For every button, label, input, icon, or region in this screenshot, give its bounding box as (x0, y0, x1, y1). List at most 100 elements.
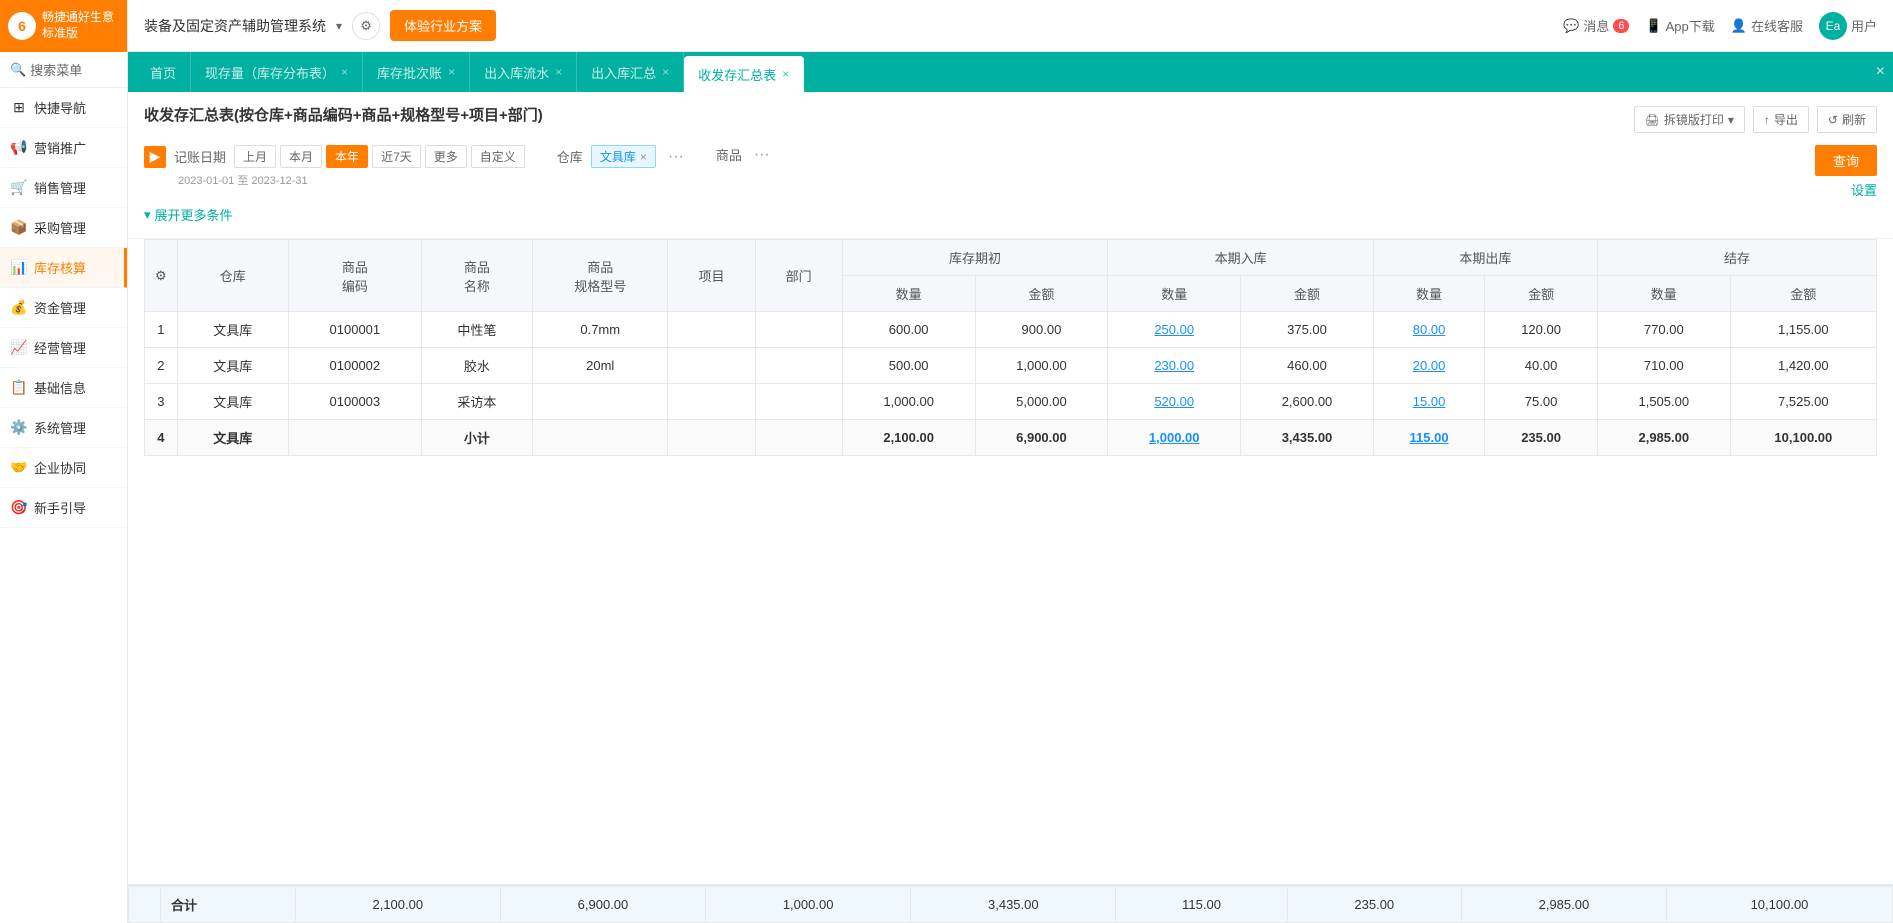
row-out-qty[interactable]: 80.00 (1373, 312, 1484, 348)
tab-summary[interactable]: 出入库汇总 × (577, 52, 684, 92)
out-qty-link[interactable]: 80.00 (1413, 322, 1446, 337)
tab-flow[interactable]: 出入库流水 × (470, 52, 577, 92)
sidebar-item-finance[interactable]: 💰 资金管理 (0, 288, 127, 328)
row-spec (533, 420, 668, 456)
expand-conditions-button[interactable]: ▾ 展开更多条件 (144, 205, 1877, 224)
system-dropdown[interactable]: ▾ (336, 19, 342, 33)
row-code: 0100003 (288, 384, 421, 420)
row-balance-amt: 1,420.00 (1730, 348, 1876, 384)
col-dept: 部门 (755, 240, 842, 312)
row-dept (755, 348, 842, 384)
chevron-down-icon: ▾ (1728, 113, 1734, 127)
tab-close-batch[interactable]: × (448, 65, 455, 79)
export-icon: ↑ (1764, 113, 1770, 127)
close-all-tabs[interactable]: × (1876, 63, 1885, 81)
tab-stock-dist[interactable]: 现存量（库存分布表） × (191, 52, 363, 92)
row-dept (755, 384, 842, 420)
refresh-button[interactable]: ↺ 刷新 (1817, 106, 1877, 133)
row-in-qty[interactable]: 1,000.00 (1108, 420, 1241, 456)
guide-icon: 🎯 (10, 499, 28, 517)
in-qty-link[interactable]: 250.00 (1154, 322, 1194, 337)
sidebar-item-guide[interactable]: 🎯 新手引导 (0, 488, 127, 528)
col-spec: 商品规格型号 (533, 240, 668, 312)
date-btn-prev-month[interactable]: 上月 (234, 145, 276, 168)
settings-button[interactable]: ⚙ (352, 12, 380, 40)
row-in-qty[interactable]: 250.00 (1108, 312, 1241, 348)
messages-button[interactable]: 💬 消息 6 (1563, 16, 1629, 35)
date-btn-custom[interactable]: 自定义 (471, 145, 525, 168)
row-in-amt: 460.00 (1241, 348, 1374, 384)
row-out-amt: 75.00 (1485, 384, 1598, 420)
sidebar-item-quick-nav[interactable]: ⊞ 快捷导航 (0, 88, 127, 128)
table-row: 2 文具库 0100002 胶水 20ml 500.00 1,000.00 23… (145, 348, 1877, 384)
row-in-amt: 375.00 (1241, 312, 1374, 348)
tab-batch[interactable]: 库存批次账 × (363, 52, 470, 92)
row-spec (533, 384, 668, 420)
row-in-amt: 3,435.00 (1241, 420, 1374, 456)
row-balance-qty: 770.00 (1597, 312, 1730, 348)
goods-more-button[interactable]: ··· (754, 146, 770, 164)
date-btn-7days[interactable]: 近7天 (372, 145, 421, 168)
row-in-qty[interactable]: 520.00 (1108, 384, 1241, 420)
col-name: 商品名称 (421, 240, 532, 312)
date-btn-this-month[interactable]: 本月 (280, 145, 322, 168)
export-button[interactable]: ↑ 导出 (1753, 106, 1809, 133)
in-qty-link[interactable]: 230.00 (1154, 358, 1194, 373)
row-in-qty[interactable]: 230.00 (1108, 348, 1241, 384)
in-qty-link[interactable]: 1,000.00 (1149, 430, 1200, 445)
print-button[interactable]: 🖨 拆镜版打印 ▾ (1634, 106, 1745, 133)
sidebar-item-sales[interactable]: 🛒 销售管理 (0, 168, 127, 208)
warehouse-more-button[interactable]: ··· (668, 148, 684, 166)
search-menu[interactable]: 🔍 搜索菜单 (0, 52, 127, 88)
col-project: 项目 (668, 240, 755, 312)
warehouse-tag-close[interactable]: × (640, 150, 647, 164)
filter-toggle[interactable]: ▶ (144, 146, 166, 168)
top-right-actions: 🖨 拆镜版打印 ▾ ↑ 导出 ↺ 刷新 (1634, 106, 1877, 133)
purchase-icon: 📦 (10, 219, 28, 237)
tab-close-summary[interactable]: × (662, 65, 669, 79)
row-opening-qty: 500.00 (842, 348, 975, 384)
column-settings-link[interactable]: 设置 (1851, 180, 1877, 199)
sidebar-item-marketing[interactable]: 📢 营销推广 (0, 128, 127, 168)
sidebar-item-system[interactable]: ⚙️ 系统管理 (0, 408, 127, 448)
footer-label: 合计 (161, 887, 296, 923)
footer-out-amt: 235.00 (1287, 887, 1461, 923)
col-balance-amt: 金额 (1730, 276, 1876, 312)
tab-home[interactable]: 首页 (136, 52, 191, 92)
user-button[interactable]: Ea 用户 (1819, 12, 1877, 40)
sidebar-item-operations[interactable]: 📈 经营管理 (0, 328, 127, 368)
date-buttons: 上月 本月 本年 近7天 更多 自定义 (234, 145, 525, 168)
page-title: 收发存汇总表(按仓库+商品编码+商品+规格型号+项目+部门) (144, 104, 543, 125)
in-qty-link[interactable]: 520.00 (1154, 394, 1194, 409)
row-out-amt: 235.00 (1485, 420, 1598, 456)
col-in-qty: 数量 (1108, 276, 1241, 312)
tab-close-stock-dist[interactable]: × (341, 65, 348, 79)
app-download-button[interactable]: 📱 App下载 (1645, 16, 1714, 35)
quick-nav-icon: ⊞ (10, 99, 28, 117)
sidebar-item-basic[interactable]: 📋 基础信息 (0, 368, 127, 408)
tab-close-flow[interactable]: × (555, 65, 562, 79)
query-button[interactable]: 查询 (1815, 145, 1877, 176)
row-opening-qty: 600.00 (842, 312, 975, 348)
footer-opening-amt: 6,900.00 (500, 887, 705, 923)
table-col-settings-icon[interactable]: ⚙ (155, 268, 167, 283)
date-btn-more[interactable]: 更多 (425, 145, 467, 168)
row-opening-amt: 5,000.00 (975, 384, 1108, 420)
out-qty-link[interactable]: 15.00 (1413, 394, 1446, 409)
row-out-qty[interactable]: 20.00 (1373, 348, 1484, 384)
tab-close-recv-send[interactable]: × (782, 67, 789, 81)
system-icon: ⚙️ (10, 419, 28, 437)
sidebar-item-purchase[interactable]: 📦 采购管理 (0, 208, 127, 248)
out-qty-link[interactable]: 20.00 (1413, 358, 1446, 373)
tab-recv-send[interactable]: 收发存汇总表 × (684, 56, 804, 92)
trial-button[interactable]: 体验行业方案 (390, 10, 496, 41)
date-btn-this-year[interactable]: 本年 (326, 145, 368, 168)
online-service-button[interactable]: 👤 在线客服 (1731, 16, 1803, 35)
marketing-icon: 📢 (10, 139, 28, 157)
sidebar-item-inventory[interactable]: 📊 库存核算 (0, 248, 127, 288)
col-out-amt: 金额 (1485, 276, 1598, 312)
out-qty-link[interactable]: 115.00 (1410, 430, 1449, 445)
row-out-qty[interactable]: 115.00 (1373, 420, 1484, 456)
row-out-qty[interactable]: 15.00 (1373, 384, 1484, 420)
sidebar-item-enterprise[interactable]: 🤝 企业协同 (0, 448, 127, 488)
